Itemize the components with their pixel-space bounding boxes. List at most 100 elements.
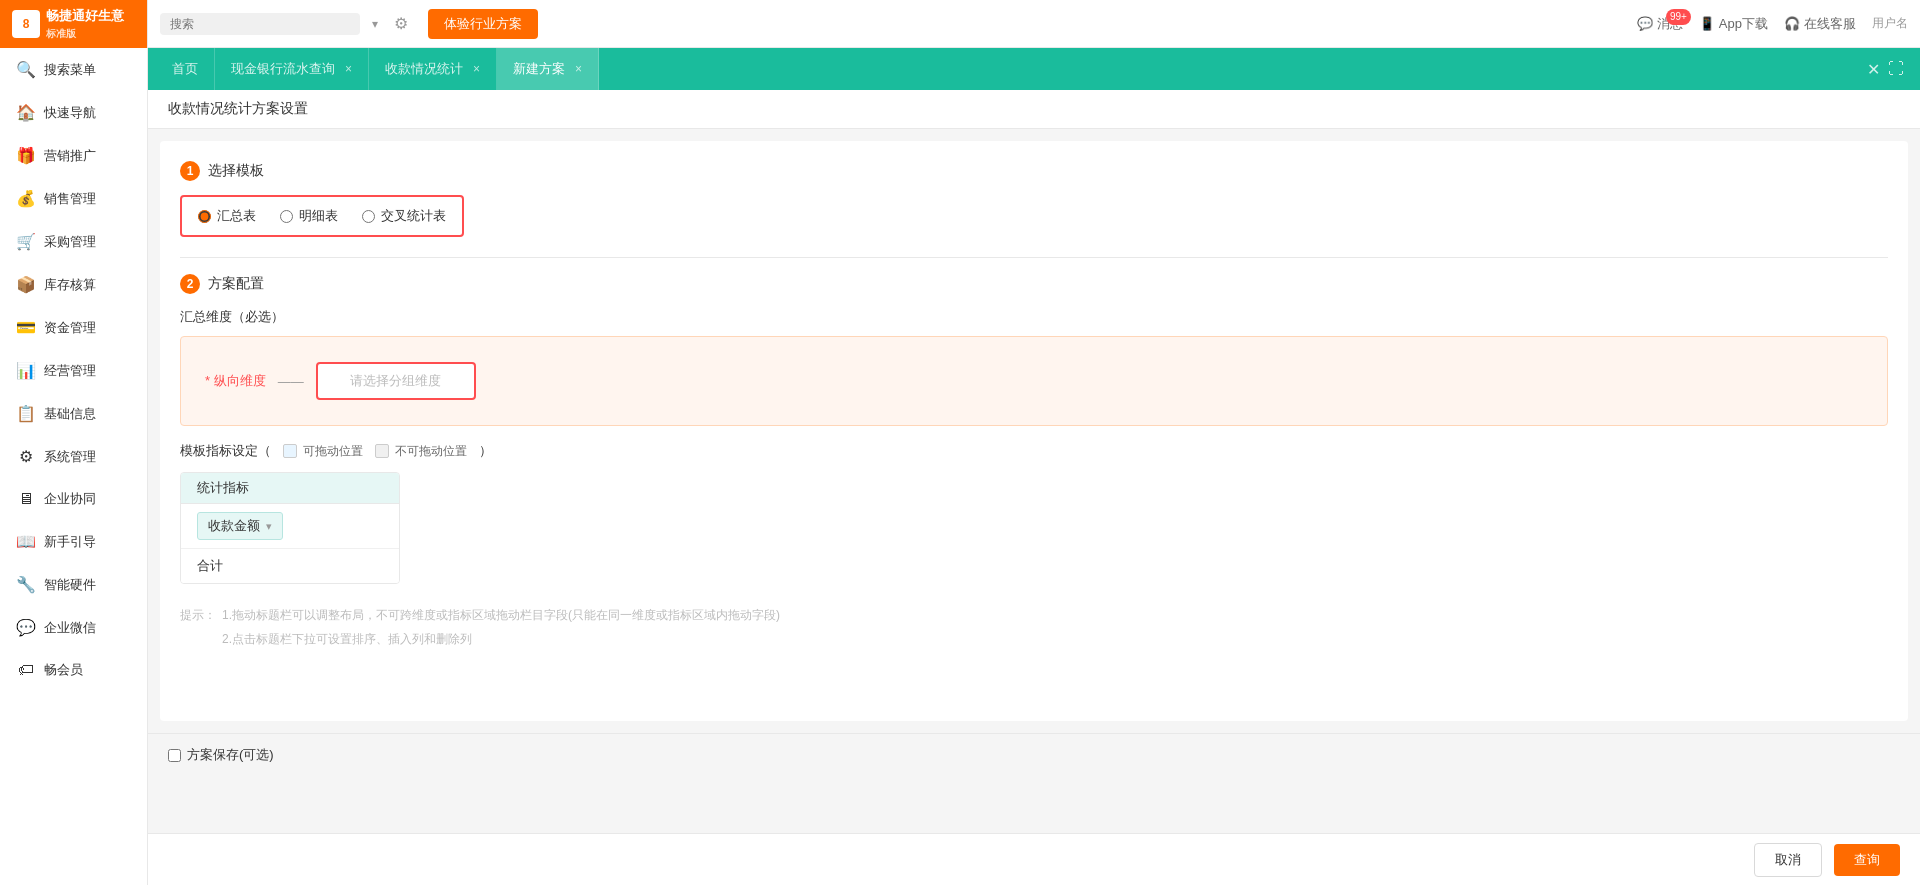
download-button[interactable]: 📱 App下载 xyxy=(1699,15,1768,33)
sidebar-item-label: 企业协同 xyxy=(44,490,96,508)
metrics-header: 模板指标设定（ 可拖动位置 不可拖动位置 ） xyxy=(180,442,1888,460)
save-checkbox[interactable] xyxy=(168,749,181,762)
not-draggable-label: 不可拖动位置 xyxy=(395,443,467,460)
step2-label: 方案配置 xyxy=(208,275,264,293)
service-button[interactable]: 🎧 在线客服 xyxy=(1784,15,1856,33)
maximize-icon[interactable]: ⛶ xyxy=(1888,60,1904,78)
close-payment-stats-tab[interactable]: × xyxy=(473,62,480,76)
sidebar-item-guide[interactable]: 📖 新手引导 xyxy=(0,520,147,563)
logo-icon: 8 xyxy=(12,10,40,38)
close-new-plan-tab[interactable]: × xyxy=(575,62,582,76)
draggable-label: 可拖动位置 xyxy=(303,443,363,460)
close-window-icon[interactable]: ✕ xyxy=(1867,60,1880,79)
metric-tag-amount-label: 收款金额 xyxy=(208,517,260,535)
sidebar-item-wechat[interactable]: 💬 企业微信 xyxy=(0,606,147,649)
operations-icon: 📊 xyxy=(16,361,36,380)
dim-selector[interactable]: 请选择分组维度 xyxy=(316,362,476,400)
inventory-icon: 📦 xyxy=(16,275,36,294)
trial-button[interactable]: 体验行业方案 xyxy=(428,9,538,39)
tab-home[interactable]: 首页 xyxy=(156,48,215,90)
tip-line-2: 提示： 2.点击标题栏下拉可设置排序、插入列和删除列 xyxy=(180,627,1888,651)
not-draggable-toggle: 不可拖动位置 xyxy=(375,443,467,460)
tip-prefix-1: 提示： xyxy=(180,603,216,627)
radio-cross-input[interactable] xyxy=(362,210,375,223)
sidebar-item-enterprise[interactable]: 🖥 企业协同 xyxy=(0,478,147,520)
messages-button[interactable]: 💬 消息 99+ xyxy=(1637,15,1683,33)
template-options: 汇总表 明细表 交叉统计表 xyxy=(180,195,464,237)
metric-row-total: 合计 xyxy=(181,549,399,583)
radio-summary-input[interactable] xyxy=(198,210,211,223)
step1-section: 1 选择模板 汇总表 明细表 交叉统计表 xyxy=(180,161,1888,237)
radio-detail-label: 明细表 xyxy=(299,207,338,225)
gear-icon[interactable]: ⚙ xyxy=(394,14,408,33)
page-title: 收款情况统计方案设置 xyxy=(148,90,1920,129)
tip-line-1: 提示： 1.拖动标题栏可以调整布局，不可跨维度或指标区域拖动栏目字段(只能在同一… xyxy=(180,603,1888,627)
step1-header: 1 选择模板 xyxy=(180,161,1888,181)
dim-arrow: —— xyxy=(278,374,304,389)
radio-detail[interactable]: 明细表 xyxy=(280,207,338,225)
sidebar-item-basic-info[interactable]: 📋 基础信息 xyxy=(0,392,147,435)
query-button[interactable]: 查询 xyxy=(1834,844,1900,876)
logo-text: 畅捷通好生意 xyxy=(46,7,124,25)
sidebar-item-label: 基础信息 xyxy=(44,405,96,423)
tab-actions: ✕ ⛶ xyxy=(1867,48,1912,90)
sidebar-item-member[interactable]: 🏷 畅会员 xyxy=(0,649,147,691)
tip-text-2: 2.点击标题栏下拉可设置排序、插入列和删除列 xyxy=(222,627,472,651)
sidebar-item-label: 快速导航 xyxy=(44,104,96,122)
search-menu-icon: 🔍 xyxy=(16,60,36,79)
not-draggable-toggle-box xyxy=(375,444,389,458)
logo-version: 标准版 xyxy=(46,27,124,41)
radio-detail-input[interactable] xyxy=(280,210,293,223)
step2-header: 2 方案配置 xyxy=(180,274,1888,294)
quick-nav-icon: 🏠 xyxy=(16,103,36,122)
step2-section: 2 方案配置 汇总维度（必选） * 纵向维度 —— 请选择分组维度 模板指标设定… xyxy=(180,274,1888,651)
bottom-save-bar: 方案保存(可选) xyxy=(148,733,1920,776)
sidebar-item-capital[interactable]: 💳 资金管理 xyxy=(0,306,147,349)
user-avatar[interactable]: 用户名 xyxy=(1872,15,1908,32)
metric-total-label: 合计 xyxy=(197,557,223,575)
basic-info-icon: 📋 xyxy=(16,404,36,423)
sidebar-item-smart-hw[interactable]: 🔧 智能硬件 xyxy=(0,563,147,606)
marketing-icon: 🎁 xyxy=(16,146,36,165)
sidebar-item-operations[interactable]: 📊 经营管理 xyxy=(0,349,147,392)
draggable-toggle: 可拖动位置 xyxy=(283,443,363,460)
search-input[interactable] xyxy=(160,13,360,35)
save-option[interactable]: 方案保存(可选) xyxy=(168,746,1900,764)
close-cash-flow-tab[interactable]: × xyxy=(345,62,352,76)
sidebar-item-quick-nav[interactable]: 🏠 快速导航 xyxy=(0,91,147,134)
sidebar-item-system[interactable]: ⚙ 系统管理 xyxy=(0,435,147,478)
metric-chevron-icon[interactable]: ▾ xyxy=(266,520,272,533)
sidebar-item-label: 资金管理 xyxy=(44,319,96,337)
footer-bar: 取消 查询 xyxy=(148,833,1920,885)
sidebar-item-marketing[interactable]: 🎁 营销推广 xyxy=(0,134,147,177)
guide-icon: 📖 xyxy=(16,532,36,551)
main-content: ▾ ⚙ 体验行业方案 💬 消息 99+ 📱 App下载 🎧 在线客服 用户名 xyxy=(148,0,1920,885)
cancel-button[interactable]: 取消 xyxy=(1754,843,1822,877)
tab-new-plan[interactable]: 新建方案 × xyxy=(497,48,599,90)
tab-cash-flow-label: 现金银行流水查询 xyxy=(231,60,335,78)
sidebar-item-label: 经营管理 xyxy=(44,362,96,380)
tab-payment-stats[interactable]: 收款情况统计 × xyxy=(369,48,497,90)
tab-cash-flow[interactable]: 现金银行流水查询 × xyxy=(215,48,369,90)
tab-home-label: 首页 xyxy=(172,60,198,78)
metric-tag-amount[interactable]: 收款金额 ▾ xyxy=(197,512,283,540)
sidebar-item-sales[interactable]: 💰 销售管理 xyxy=(0,177,147,220)
sidebar-item-label: 智能硬件 xyxy=(44,576,96,594)
tip-text-1: 1.拖动标题栏可以调整布局，不可跨维度或指标区域拖动栏目字段(只能在同一维度或指… xyxy=(222,603,780,627)
purchase-icon: 🛒 xyxy=(16,232,36,251)
sidebar-item-inventory[interactable]: 📦 库存核算 xyxy=(0,263,147,306)
tab-bar: 首页 现金银行流水查询 × 收款情况统计 × 新建方案 × ✕ ⛶ xyxy=(148,48,1920,90)
tips-section: 提示： 1.拖动标题栏可以调整布局，不可跨维度或指标区域拖动栏目字段(只能在同一… xyxy=(180,603,1888,651)
dim-row-label: * 纵向维度 xyxy=(205,372,266,390)
radio-cross[interactable]: 交叉统计表 xyxy=(362,207,446,225)
tab-new-plan-label: 新建方案 xyxy=(513,60,565,78)
sidebar-item-purchase[interactable]: 🛒 采购管理 xyxy=(0,220,147,263)
metrics-subsection: 模板指标设定（ 可拖动位置 不可拖动位置 ） 统计指标 xyxy=(180,442,1888,587)
chevron-down-icon[interactable]: ▾ xyxy=(372,17,378,31)
radio-summary[interactable]: 汇总表 xyxy=(198,207,256,225)
sidebar-item-label: 营销推广 xyxy=(44,147,96,165)
sidebar-item-search-menu[interactable]: 🔍 搜索菜单 xyxy=(0,48,147,91)
sidebar-item-label: 库存核算 xyxy=(44,276,96,294)
header-right: 💬 消息 99+ 📱 App下载 🎧 在线客服 用户名 xyxy=(1637,15,1908,33)
step1-number: 1 xyxy=(180,161,200,181)
